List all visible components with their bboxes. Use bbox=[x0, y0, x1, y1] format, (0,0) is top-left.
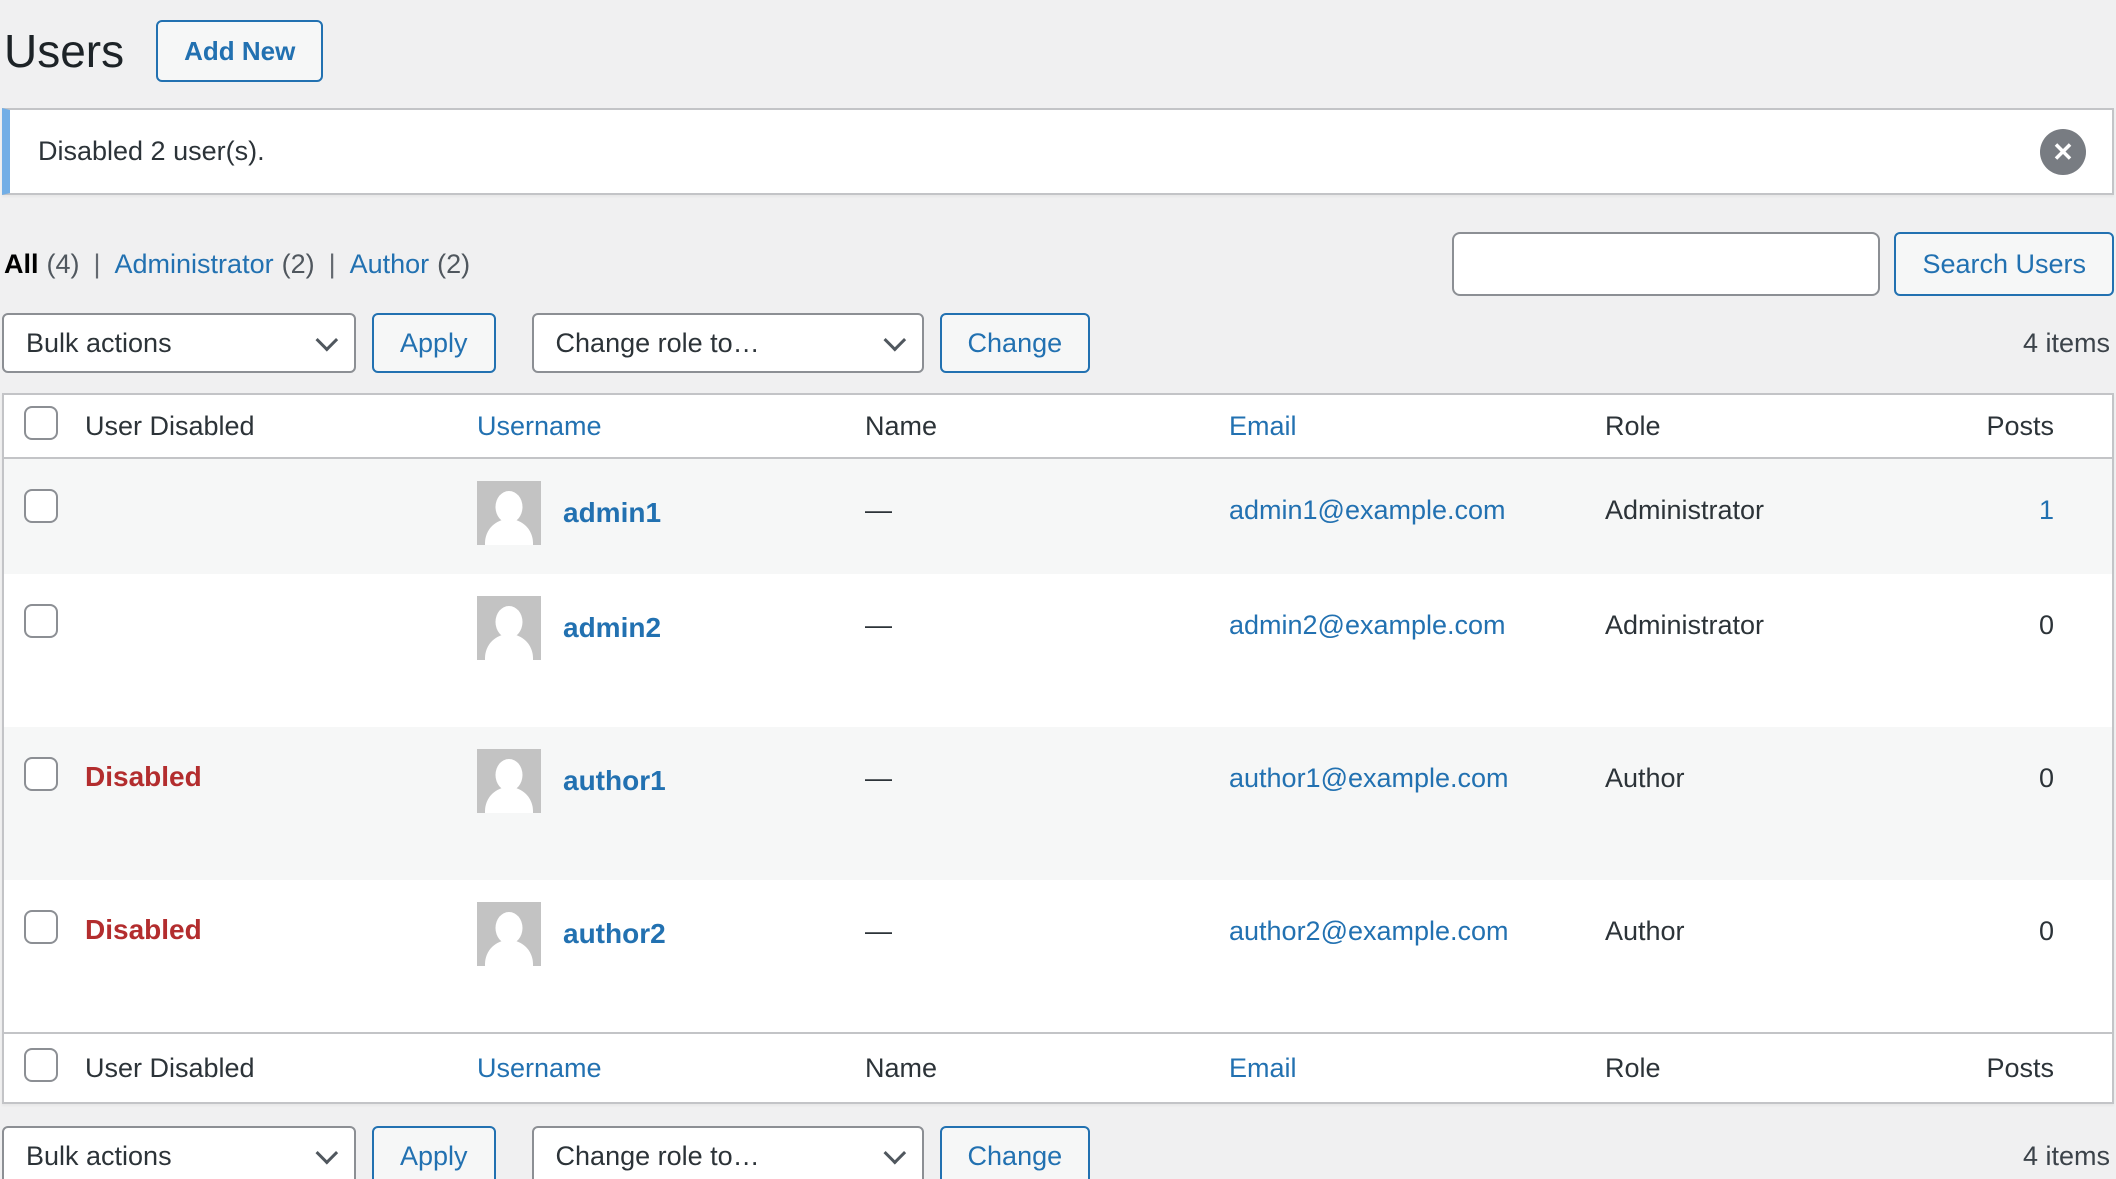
chevron-down-icon bbox=[883, 328, 906, 352]
user-disabled-status bbox=[69, 574, 461, 727]
user-avatar-icon bbox=[477, 902, 541, 966]
column-header-posts: Posts bbox=[1929, 394, 2113, 459]
users-admin-page: Users Add New Disabled 2 user(s). ✕ All(… bbox=[0, 0, 2116, 1179]
table-row-admin1: admin1 — admin1@example.com Administrato… bbox=[3, 458, 2113, 574]
chevron-down-icon bbox=[315, 328, 339, 352]
username-link[interactable]: admin2 bbox=[563, 612, 661, 644]
user-avatar-icon bbox=[477, 596, 541, 660]
search-users-button[interactable]: Search Users bbox=[1894, 232, 2114, 296]
items-count-top: 4 items bbox=[2022, 327, 2110, 358]
bulk-actions-select-bottom[interactable]: Bulk actions bbox=[2, 1126, 356, 1179]
select-row-checkbox[interactable] bbox=[24, 757, 58, 791]
change-role-select-bottom[interactable]: Change role to… bbox=[531, 1126, 924, 1179]
user-name: — bbox=[865, 763, 892, 793]
column-footer-user-disabled: User Disabled bbox=[69, 1032, 461, 1103]
user-disabled-status: Disabled bbox=[85, 761, 202, 792]
user-disabled-status bbox=[69, 458, 461, 574]
bulk-actions-selected-value: Bulk actions bbox=[26, 1140, 172, 1171]
column-header-email[interactable]: Email bbox=[1229, 411, 1297, 441]
user-avatar-icon bbox=[477, 481, 541, 545]
filter-administrator[interactable]: Administrator (2) bbox=[115, 249, 315, 280]
filter-author[interactable]: Author (2) bbox=[350, 249, 471, 280]
column-footer-username[interactable]: Username bbox=[477, 1053, 602, 1083]
column-footer-email[interactable]: Email bbox=[1229, 1053, 1297, 1083]
page-header: Users Add New bbox=[2, 18, 2114, 84]
filter-author-count: (2) bbox=[437, 248, 471, 279]
user-email-link[interactable]: author2@example.com bbox=[1229, 916, 1509, 946]
table-row-author2: Disabled author2 — author2@example.com A… bbox=[3, 880, 2113, 1033]
change-button-bottom[interactable]: Change bbox=[939, 1126, 1091, 1179]
posts-count: 0 bbox=[2038, 763, 2054, 793]
select-all-checkbox-bottom[interactable] bbox=[24, 1047, 58, 1082]
users-table: User Disabled Username Name Email Role P… bbox=[2, 393, 2114, 1104]
username-link[interactable]: author1 bbox=[563, 765, 666, 797]
dismiss-notice-button[interactable]: ✕ bbox=[2040, 128, 2086, 175]
filter-all-label[interactable]: All bbox=[4, 249, 39, 279]
username-link[interactable]: author2 bbox=[563, 918, 666, 950]
role-filter-list: All (4) | Administrator (2) | Author (2) bbox=[2, 249, 470, 280]
user-name: — bbox=[865, 610, 892, 640]
tablenav-top: Bulk actions Apply Change role to… Chang… bbox=[2, 313, 2114, 373]
filter-separator: | bbox=[328, 248, 336, 279]
posts-count-link[interactable]: 1 bbox=[2039, 495, 2054, 525]
posts-count: 0 bbox=[2038, 610, 2054, 640]
user-role: Administrator bbox=[1605, 495, 1765, 525]
chevron-down-icon bbox=[883, 1141, 906, 1165]
column-header-role: Role bbox=[1589, 394, 1929, 459]
posts-count: 0 bbox=[2038, 916, 2054, 946]
bulk-actions-select-top[interactable]: Bulk actions bbox=[2, 313, 356, 373]
table-footer: User Disabled Username Name Email Role P… bbox=[3, 1032, 2113, 1103]
user-email-link[interactable]: admin2@example.com bbox=[1229, 610, 1506, 640]
column-footer-role: Role bbox=[1589, 1032, 1929, 1103]
search-users-input[interactable] bbox=[1452, 232, 1881, 296]
filter-administrator-link[interactable]: Administrator bbox=[115, 249, 274, 279]
tablenav-bottom: Bulk actions Apply Change role to… Chang… bbox=[2, 1126, 2114, 1179]
user-disabled-status: Disabled bbox=[85, 914, 202, 945]
chevron-down-icon bbox=[315, 1141, 339, 1165]
table-header: User Disabled Username Name Email Role P… bbox=[3, 394, 2113, 459]
filter-all-count: (4) bbox=[46, 248, 80, 279]
select-row-checkbox[interactable] bbox=[24, 489, 58, 523]
table-row-admin2: admin2 — admin2@example.com Administrato… bbox=[3, 574, 2113, 727]
change-button-top[interactable]: Change bbox=[939, 313, 1091, 373]
table-row-author1: Disabled author1 — author1@example.com A… bbox=[3, 727, 2113, 880]
user-name: — bbox=[865, 916, 892, 946]
change-role-selected-value: Change role to… bbox=[555, 327, 760, 358]
change-role-select-top[interactable]: Change role to… bbox=[531, 313, 924, 373]
user-name: — bbox=[865, 495, 892, 525]
items-count-bottom: 4 items bbox=[2022, 1140, 2110, 1171]
username-link[interactable]: admin1 bbox=[563, 497, 661, 529]
notice-message: Disabled 2 user(s). bbox=[38, 136, 265, 166]
apply-button-bottom[interactable]: Apply bbox=[372, 1126, 496, 1179]
notice-banner: Disabled 2 user(s). ✕ bbox=[2, 108, 2114, 195]
select-row-checkbox[interactable] bbox=[24, 910, 58, 944]
user-role: Author bbox=[1605, 763, 1685, 793]
filter-administrator-count: (2) bbox=[281, 248, 315, 279]
filter-separator: | bbox=[93, 248, 101, 279]
user-role: Author bbox=[1605, 916, 1685, 946]
add-new-user-button[interactable]: Add New bbox=[156, 20, 324, 82]
filter-author-link[interactable]: Author bbox=[350, 249, 430, 279]
column-footer-posts: Posts bbox=[1929, 1032, 2113, 1103]
column-header-username[interactable]: Username bbox=[477, 411, 602, 441]
user-email-link[interactable]: author1@example.com bbox=[1229, 763, 1509, 793]
close-icon: ✕ bbox=[2040, 128, 2086, 175]
search-box: Search Users bbox=[1452, 232, 2114, 296]
column-header-name: Name bbox=[849, 394, 1213, 459]
select-all-checkbox-top[interactable] bbox=[24, 405, 58, 440]
select-row-checkbox[interactable] bbox=[24, 604, 58, 638]
user-email-link[interactable]: admin1@example.com bbox=[1229, 495, 1506, 525]
column-header-user-disabled: User Disabled bbox=[69, 394, 461, 459]
user-role: Administrator bbox=[1605, 610, 1765, 640]
apply-button-top[interactable]: Apply bbox=[372, 313, 496, 373]
bulk-actions-selected-value: Bulk actions bbox=[26, 327, 172, 358]
change-role-selected-value: Change role to… bbox=[555, 1140, 760, 1171]
column-footer-name: Name bbox=[849, 1032, 1213, 1103]
filter-search-row: All (4) | Administrator (2) | Author (2) Se… bbox=[2, 231, 2114, 297]
user-avatar-icon bbox=[477, 749, 541, 813]
filter-all[interactable]: All (4) bbox=[4, 249, 80, 280]
page-title: Users bbox=[4, 25, 125, 77]
